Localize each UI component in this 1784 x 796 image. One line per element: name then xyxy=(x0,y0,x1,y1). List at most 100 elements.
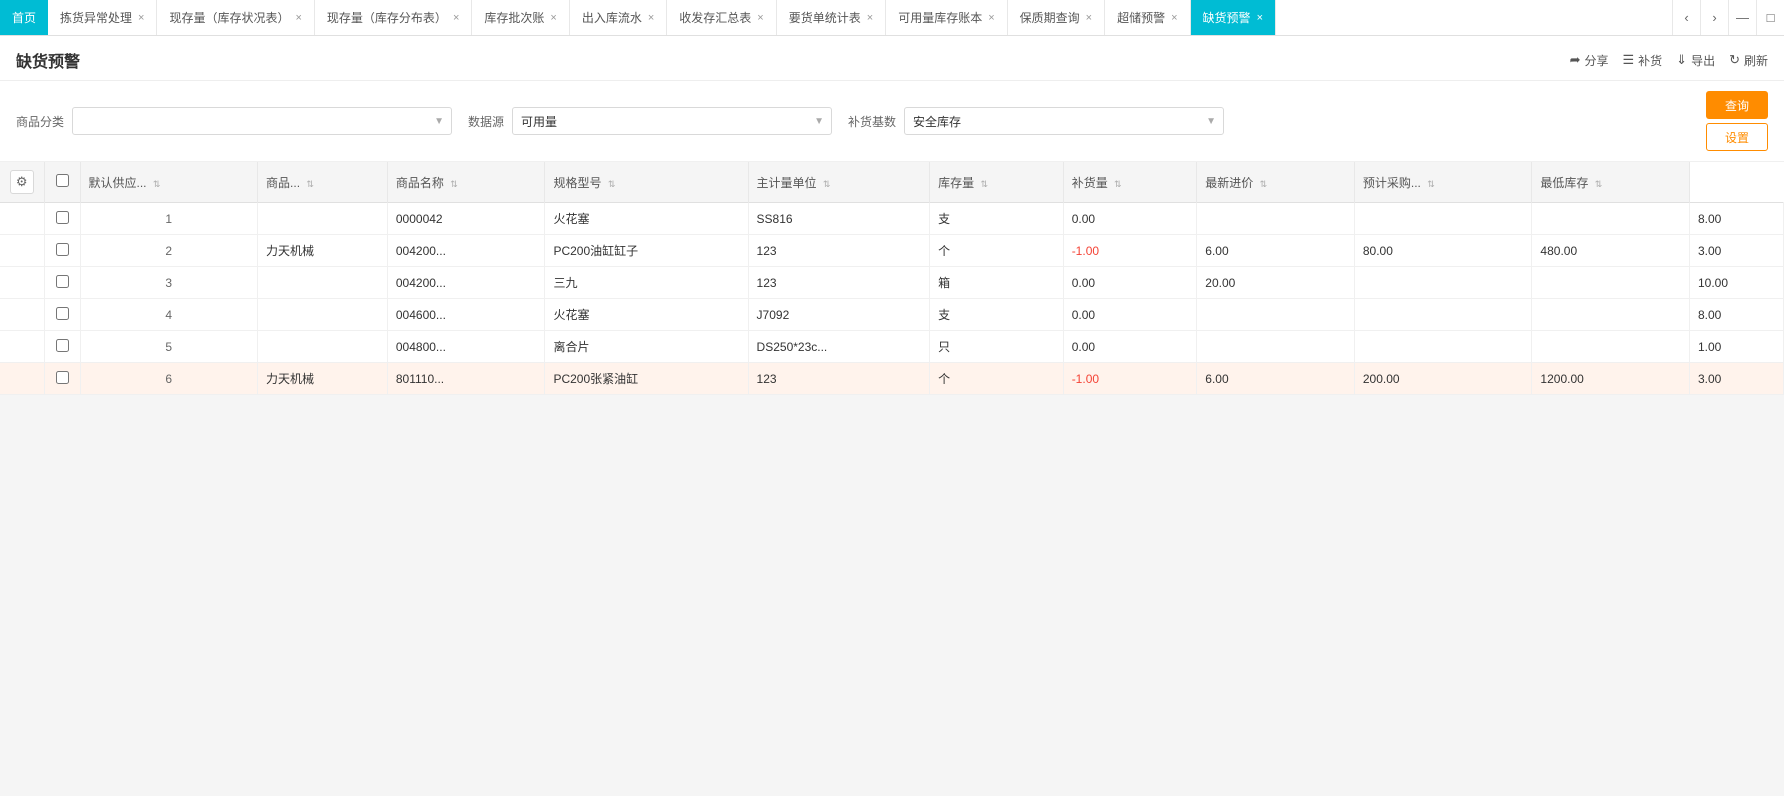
tab-scroll-right-btn[interactable]: › xyxy=(1700,0,1728,36)
cell-unit-5: 个 xyxy=(930,363,1064,395)
row-checkbox-5[interactable] xyxy=(56,371,69,384)
tab-close-available-stock[interactable]: × xyxy=(988,12,994,24)
table-row: 3 004200... 三九 123 箱 0.00 20.00 10.00 xyxy=(0,267,1784,299)
tab-stock-status[interactable]: 现存量（库存状况表） × xyxy=(157,0,314,35)
cell-product-name-4: 离合片 xyxy=(545,331,748,363)
restockbase-select[interactable]: 安全库存 xyxy=(904,107,1224,135)
tab-close-shelf-life[interactable]: × xyxy=(1086,12,1092,24)
cell-index-2: 3 xyxy=(80,267,258,299)
cell-estimated-purchase-4 xyxy=(1532,331,1690,363)
col-header-stock: 库存量 ⇅ xyxy=(930,162,1064,203)
settings-button[interactable]: 设置 xyxy=(1706,123,1768,151)
cell-spec-5: 123 xyxy=(748,363,930,395)
tab-stock-dist[interactable]: 现存量（库存分布表） × xyxy=(315,0,472,35)
page-title: 缺货预警 xyxy=(16,48,80,72)
cell-index-1: 2 xyxy=(80,235,258,267)
cell-product-code-5: 801110... xyxy=(387,363,545,395)
table-row: 4 004600... 火花塞 J7092 支 0.00 8.00 xyxy=(0,299,1784,331)
share-action[interactable]: ➦ 分享 xyxy=(1570,52,1609,69)
tab-order-stats[interactable]: 要货单统计表 × xyxy=(777,0,886,35)
select-all-checkbox[interactable] xyxy=(56,174,69,187)
tab-close-shortage-warning[interactable]: × xyxy=(1257,12,1263,24)
table-body: 1 0000042 火花塞 SS816 支 0.00 8.00 2 力天机械 0… xyxy=(0,203,1784,395)
tab-shelf-life[interactable]: 保质期查询 × xyxy=(1008,0,1105,35)
tab-close-order-stats[interactable]: × xyxy=(867,12,873,24)
tab-close-inout-flow[interactable]: × xyxy=(648,12,654,24)
row-checkbox-cell-2 xyxy=(44,267,80,299)
tab-picking-exception[interactable]: 拣货异常处理 × xyxy=(48,0,157,35)
row-gear-2 xyxy=(0,267,44,299)
restockbase-label: 补货基数 xyxy=(848,113,896,130)
cell-min-stock-2: 10.00 xyxy=(1690,267,1784,299)
tab-home[interactable]: 首页 xyxy=(0,0,48,35)
cell-supplier-3 xyxy=(258,299,388,331)
cell-estimated-purchase-5: 1200.00 xyxy=(1532,363,1690,395)
cell-stock-5: -1.00 xyxy=(1063,363,1197,395)
cell-unit-0: 支 xyxy=(930,203,1064,235)
cell-latest-price-2 xyxy=(1354,267,1532,299)
export-action[interactable]: ⇓ 导出 xyxy=(1676,52,1715,69)
cell-stock-3: 0.00 xyxy=(1063,299,1197,331)
sort-icon-min-stock: ⇅ xyxy=(1595,179,1603,190)
gear-settings-btn[interactable]: ⚙ xyxy=(10,170,34,194)
row-checkbox-0[interactable] xyxy=(56,211,69,224)
cell-min-stock-5: 3.00 xyxy=(1690,363,1784,395)
row-gear-1 xyxy=(0,235,44,267)
cell-product-code-2: 004200... xyxy=(387,267,545,299)
cell-unit-1: 个 xyxy=(930,235,1064,267)
cell-spec-2: 123 xyxy=(748,267,930,299)
datasource-select[interactable]: 可用量 xyxy=(512,107,832,135)
cell-supplier-2 xyxy=(258,267,388,299)
restock-icon: ☰ xyxy=(1622,52,1634,68)
tab-scroll-left-btn[interactable]: ‹ xyxy=(1672,0,1700,36)
row-checkbox-cell-1 xyxy=(44,235,80,267)
tab-close-summary[interactable]: × xyxy=(757,12,763,24)
cell-unit-3: 支 xyxy=(930,299,1064,331)
datasource-label: 数据源 xyxy=(468,113,504,130)
cell-supplier-4 xyxy=(258,331,388,363)
cell-index-5: 6 xyxy=(80,363,258,395)
cell-restock-5: 6.00 xyxy=(1197,363,1355,395)
sort-icon-product-name: ⇅ xyxy=(450,179,458,190)
row-checkbox-3[interactable] xyxy=(56,307,69,320)
row-checkbox-1[interactable] xyxy=(56,243,69,256)
row-checkbox-2[interactable] xyxy=(56,275,69,288)
cell-product-code-1: 004200... xyxy=(387,235,545,267)
cell-min-stock-0: 8.00 xyxy=(1690,203,1784,235)
cell-spec-1: 123 xyxy=(748,235,930,267)
cell-latest-price-4 xyxy=(1354,331,1532,363)
cell-restock-3 xyxy=(1197,299,1355,331)
filter-area: 商品分类 ▼ 数据源 可用量 ▼ 补货基数 安全库存 ▼ xyxy=(0,81,1784,162)
cell-estimated-purchase-0 xyxy=(1532,203,1690,235)
tab-available-stock[interactable]: 可用量库存账本 × xyxy=(886,0,1007,35)
cell-product-code-4: 004800... xyxy=(387,331,545,363)
tab-close-picking-exception[interactable]: × xyxy=(138,12,144,24)
sort-icon-spec: ⇅ xyxy=(608,179,616,190)
restock-action[interactable]: ☰ 补货 xyxy=(1622,52,1662,69)
tab-inout-flow[interactable]: 出入库流水 × xyxy=(570,0,667,35)
tab-maximize-btn[interactable]: □ xyxy=(1756,0,1784,36)
tab-minimize-btn[interactable]: ― xyxy=(1728,0,1756,36)
tab-overstock[interactable]: 超储预警 × xyxy=(1105,0,1190,35)
cell-min-stock-3: 8.00 xyxy=(1690,299,1784,331)
tab-batch-account[interactable]: 库存批次账 × xyxy=(472,0,569,35)
cell-spec-3: J7092 xyxy=(748,299,930,331)
tab-close-overstock[interactable]: × xyxy=(1171,12,1177,24)
col-header-unit: 主计量单位 ⇅ xyxy=(748,162,930,203)
cell-stock-0: 0.00 xyxy=(1063,203,1197,235)
tab-close-stock-status[interactable]: × xyxy=(295,12,301,24)
restockbase-filter-group: 补货基数 安全库存 ▼ xyxy=(848,107,1224,135)
category-select[interactable] xyxy=(72,107,452,135)
table-row: 1 0000042 火花塞 SS816 支 0.00 8.00 xyxy=(0,203,1784,235)
cell-product-code-3: 004600... xyxy=(387,299,545,331)
tab-summary[interactable]: 收发存汇总表 × xyxy=(667,0,776,35)
tab-close-stock-dist[interactable]: × xyxy=(453,12,459,24)
refresh-action[interactable]: ↻ 刷新 xyxy=(1729,52,1768,69)
query-button[interactable]: 查询 xyxy=(1706,91,1768,119)
tab-shortage-warning[interactable]: 缺货预警 × xyxy=(1191,0,1276,35)
col-header-product-name: 商品名称 ⇅ xyxy=(387,162,545,203)
row-checkbox-4[interactable] xyxy=(56,339,69,352)
sort-icon-product-code: ⇅ xyxy=(306,179,314,190)
data-table: ⚙ 默认供应... ⇅ 商品... ⇅ 商品名称 ⇅ xyxy=(0,162,1784,395)
tab-close-batch-account[interactable]: × xyxy=(550,12,556,24)
